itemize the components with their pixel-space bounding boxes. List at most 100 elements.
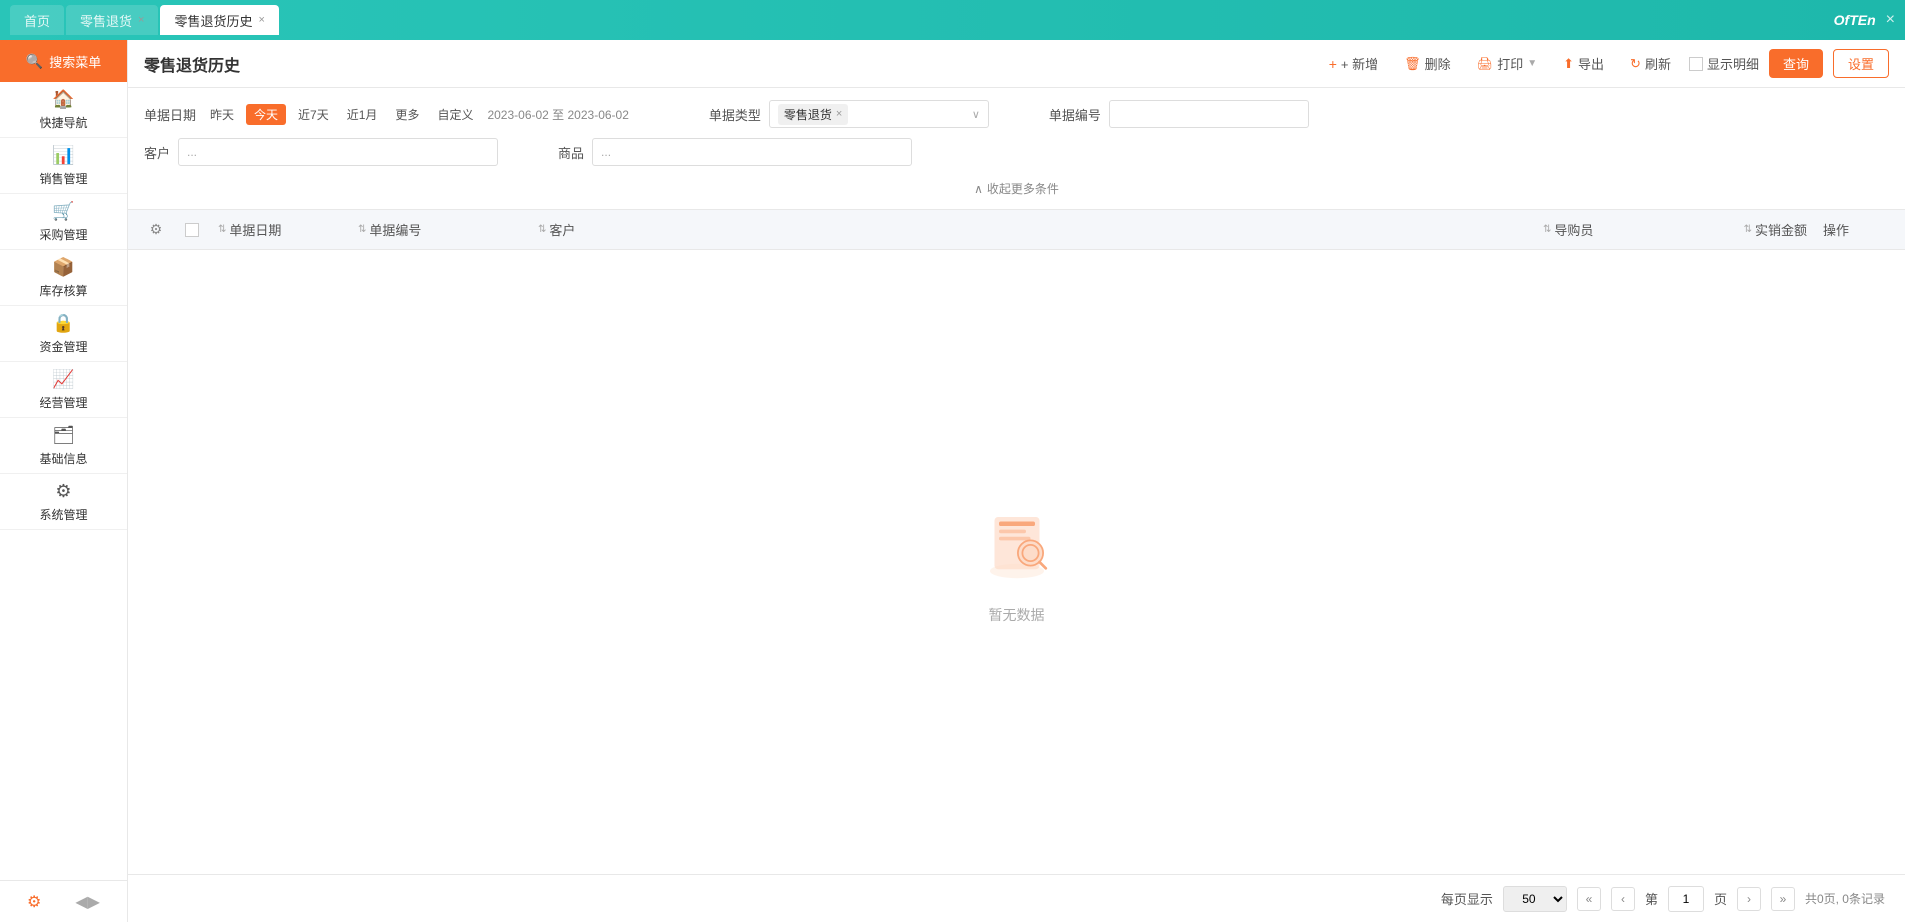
sidebar-item-basic-info[interactable]: 🗂 基础信息 bbox=[0, 418, 127, 474]
top-bar-right: OfTEn × bbox=[1834, 11, 1895, 29]
settings-button[interactable]: 设置 bbox=[1833, 49, 1889, 78]
display-detail-label: 显示明细 bbox=[1707, 54, 1759, 73]
filter-row-2: 客户 ... 商品 ... bbox=[144, 138, 1889, 166]
empty-icon bbox=[972, 499, 1062, 589]
sidebar-item-quick-nav-label: 快捷导航 bbox=[39, 114, 87, 131]
tab-retail-return-history[interactable]: 零售退货历史 × bbox=[160, 5, 278, 35]
sidebar-item-system-mgmt[interactable]: ⚙ 系统管理 bbox=[0, 474, 127, 530]
refresh-button[interactable]: ↻ 刷新 bbox=[1622, 50, 1679, 77]
col-action: 操作 bbox=[1815, 220, 1895, 239]
collapse-button[interactable]: ∧ 收起更多条件 bbox=[974, 180, 1059, 197]
operations-icon: 📈 bbox=[52, 369, 74, 390]
bill-type-label: 单据类型 bbox=[709, 105, 761, 124]
page-label: 第 bbox=[1645, 889, 1658, 908]
date-btn-more[interactable]: 更多 bbox=[389, 104, 425, 125]
customer-select[interactable]: ... bbox=[178, 138, 498, 166]
bill-type-tag: 零售退货 × bbox=[778, 104, 848, 125]
add-label: + 新增 bbox=[1341, 54, 1378, 73]
content-area: 零售退货历史 + + 新增 🗑 删除 🖨 打印 ▼ ⬆ 导出 bbox=[128, 40, 1905, 922]
next-page-button[interactable]: › bbox=[1737, 887, 1761, 911]
pagination-bar: 每页显示 50 10 20 100 « ‹ 第 页 › bbox=[128, 874, 1905, 922]
sidebar-item-inventory[interactable]: 📦 库存核算 bbox=[0, 250, 127, 306]
date-btn-last-month[interactable]: 近1月 bbox=[341, 104, 384, 125]
export-button[interactable]: ⬆ 导出 bbox=[1555, 50, 1612, 77]
tab-retail-return[interactable]: 零售退货 × bbox=[66, 5, 158, 35]
sidebar-settings-button[interactable]: ⚙ bbox=[27, 892, 41, 912]
delete-button[interactable]: 🗑 删除 bbox=[1396, 50, 1459, 77]
sidebar-item-operations-label: 经营管理 bbox=[39, 394, 87, 411]
print-icon: 🖨 bbox=[1477, 56, 1494, 72]
page-header: 零售退货历史 + + 新增 🗑 删除 🖨 打印 ▼ ⬆ 导出 bbox=[128, 40, 1905, 88]
table-settings-button[interactable]: ⚙ bbox=[138, 221, 174, 238]
select-all-check[interactable] bbox=[185, 223, 199, 237]
col-amount[interactable]: ⇅ 实销金额 bbox=[1695, 220, 1815, 239]
date-range-display: 2023-06-02 至 2023-06-02 bbox=[487, 106, 628, 123]
query-button[interactable]: 查询 bbox=[1769, 49, 1823, 78]
add-button[interactable]: + + 新增 bbox=[1321, 50, 1386, 77]
sidebar-search-label: 搜索菜单 bbox=[49, 52, 101, 71]
date-filters: 昨天 今天 近7天 近1月 更多 自定义 bbox=[204, 104, 479, 125]
finance-icon: 🔒 bbox=[52, 313, 74, 334]
tab-retail-return-history-label: 零售退货历史 bbox=[174, 11, 252, 30]
col-customer-sort-icon: ⇅ bbox=[538, 224, 546, 235]
goods-filter-group: 商品 ... bbox=[558, 138, 912, 166]
first-page-button[interactable]: « bbox=[1577, 887, 1601, 911]
sidebar-item-inventory-label: 库存核算 bbox=[39, 282, 87, 299]
print-button[interactable]: 🖨 打印 ▼ bbox=[1469, 50, 1545, 77]
sidebar-item-sales-mgmt[interactable]: 📊 销售管理 bbox=[0, 138, 127, 194]
prev-page-button[interactable]: ‹ bbox=[1611, 887, 1635, 911]
table-select-all-checkbox[interactable] bbox=[174, 223, 210, 237]
tab-retail-return-close[interactable]: × bbox=[138, 14, 144, 26]
col-date[interactable]: ⇅ 单据日期 bbox=[210, 220, 350, 239]
date-btn-last7[interactable]: 近7天 bbox=[292, 104, 335, 125]
sidebar-search-button[interactable]: 🔍 搜索菜单 bbox=[0, 40, 127, 82]
date-btn-yesterday[interactable]: 昨天 bbox=[204, 104, 240, 125]
sidebar-item-purchase-mgmt[interactable]: 🛒 采购管理 bbox=[0, 194, 127, 250]
sidebar-item-finance-label: 资金管理 bbox=[39, 338, 87, 355]
sidebar-item-operations[interactable]: 📈 经营管理 bbox=[0, 362, 127, 418]
bill-type-select[interactable]: 零售退货 × ∨ bbox=[769, 100, 989, 128]
window-close-button[interactable]: × bbox=[1886, 11, 1895, 29]
tab-retail-return-history-close[interactable]: × bbox=[258, 14, 264, 26]
sidebar-help-button[interactable]: ◀▶ bbox=[75, 892, 100, 912]
sidebar-item-finance[interactable]: 🔒 资金管理 bbox=[0, 306, 127, 362]
next-page-icon: › bbox=[1747, 892, 1751, 906]
date-btn-today[interactable]: 今天 bbox=[246, 104, 286, 125]
date-filter-label: 单据日期 bbox=[144, 105, 196, 124]
page-size-label: 每页显示 bbox=[1441, 889, 1493, 908]
page-number-input[interactable] bbox=[1668, 886, 1704, 912]
display-toggle: 显示明细 bbox=[1689, 54, 1759, 73]
tab-retail-return-label: 零售退货 bbox=[80, 11, 132, 30]
sidebar-item-purchase-mgmt-label: 采购管理 bbox=[39, 226, 87, 243]
sidebar-nav: 🏠 快捷导航 📊 销售管理 🛒 采购管理 📦 库存核算 🔒 资金管理 📈 bbox=[0, 82, 127, 880]
page-size-select[interactable]: 50 10 20 100 bbox=[1503, 886, 1567, 912]
col-customer[interactable]: ⇅ 客户 bbox=[530, 220, 1535, 239]
customer-label: 客户 bbox=[144, 143, 170, 162]
last-page-button[interactable]: » bbox=[1771, 887, 1795, 911]
col-guide-sort-icon: ⇅ bbox=[1543, 224, 1551, 235]
display-detail-checkbox[interactable] bbox=[1689, 57, 1703, 71]
sidebar: 🔍 搜索菜单 🏠 快捷导航 📊 销售管理 🛒 采购管理 📦 库存核算 🔒 bbox=[0, 40, 128, 922]
quick-nav-icon: 🏠 bbox=[52, 89, 74, 110]
collapse-label: 收起更多条件 bbox=[987, 180, 1059, 197]
system-mgmt-icon: ⚙ bbox=[55, 481, 71, 502]
sidebar-item-quick-nav[interactable]: 🏠 快捷导航 bbox=[0, 82, 127, 138]
col-date-label: 单据日期 bbox=[229, 220, 281, 239]
brand-label: OfTEn bbox=[1834, 12, 1876, 28]
tab-home-label: 首页 bbox=[24, 11, 50, 30]
col-guide[interactable]: ⇅ 导购员 bbox=[1535, 220, 1695, 239]
goods-select[interactable]: ... bbox=[592, 138, 912, 166]
tab-home[interactable]: 首页 bbox=[10, 5, 64, 35]
table-container: ⚙ ⇅ 单据日期 ⇅ 单据编号 ⇅ 客户 ⇅ 导购员 bbox=[128, 210, 1905, 922]
bill-no-input[interactable] bbox=[1109, 100, 1309, 128]
refresh-label: 刷新 bbox=[1645, 54, 1671, 73]
date-btn-custom[interactable]: 自定义 bbox=[431, 104, 479, 125]
bill-type-tag-close[interactable]: × bbox=[836, 108, 842, 120]
filter-area: 单据日期 昨天 今天 近7天 近1月 更多 自定义 2023-06-02 至 2… bbox=[128, 88, 1905, 210]
export-icon: ⬆ bbox=[1563, 56, 1574, 72]
table-header: ⚙ ⇅ 单据日期 ⇅ 单据编号 ⇅ 客户 ⇅ 导购员 bbox=[128, 210, 1905, 250]
top-bar: 首页 零售退货 × 零售退货历史 × OfTEn × bbox=[0, 0, 1905, 40]
add-icon: + bbox=[1329, 56, 1337, 72]
print-arrow: ▼ bbox=[1527, 58, 1537, 69]
col-billno[interactable]: ⇅ 单据编号 bbox=[350, 220, 530, 239]
